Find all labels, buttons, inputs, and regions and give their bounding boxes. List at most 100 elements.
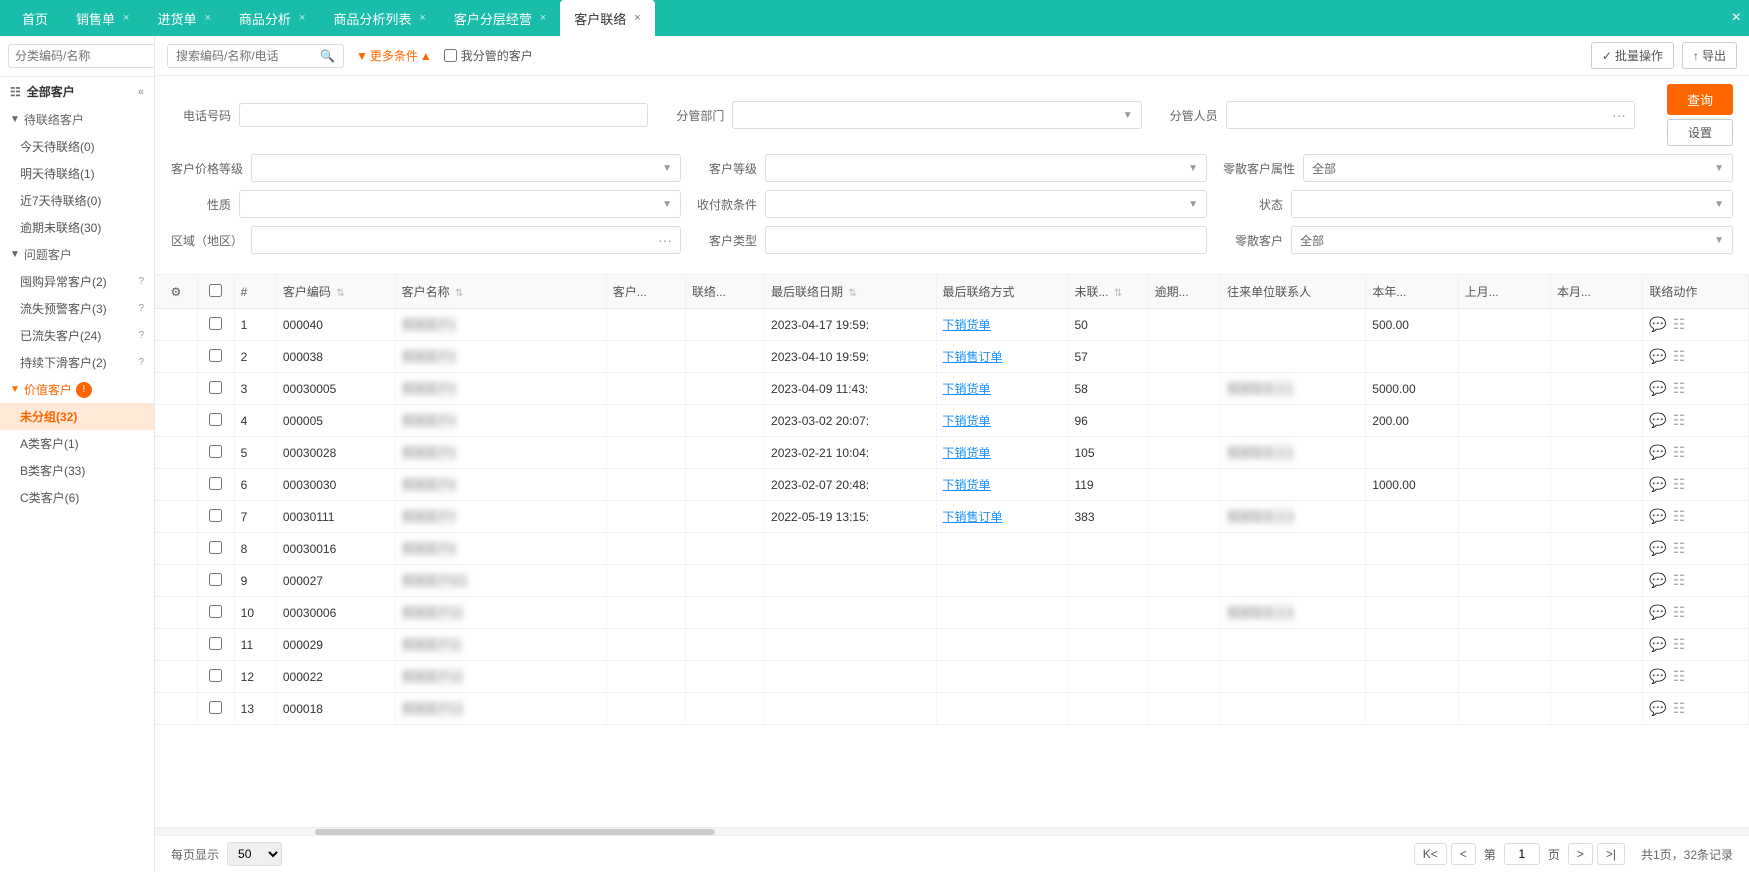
row-checkbox[interactable] [209, 573, 222, 586]
row-checkbox[interactable] [209, 637, 222, 650]
chat-icon[interactable]: 💬 [1649, 412, 1666, 429]
row-last-contact-method[interactable]: 下销货单 [936, 405, 1068, 437]
customer-level-select[interactable]: ▼ [765, 154, 1207, 182]
chat-icon[interactable]: 💬 [1649, 700, 1666, 717]
retail-attr-select[interactable]: 全部 ▼ [1303, 154, 1733, 182]
chat-icon[interactable]: 💬 [1649, 316, 1666, 333]
more-action-icon[interactable]: ☷ [1673, 700, 1686, 717]
row-checkbox-cell[interactable] [197, 469, 234, 501]
reset-button[interactable]: 设置 [1667, 119, 1733, 146]
contact-method-link[interactable]: 下销货单 [943, 478, 991, 492]
table-scrollbar[interactable] [155, 827, 1749, 835]
sidebar-item-c-class[interactable]: C类客户(6) [0, 484, 154, 511]
tab-analysis[interactable]: 商品分析 × [225, 0, 319, 36]
more-action-icon[interactable]: ☷ [1673, 316, 1686, 333]
chat-icon[interactable]: 💬 [1649, 572, 1666, 589]
tab-analysis-list[interactable]: 商品分析列表 × [319, 0, 439, 36]
th-name[interactable]: 客户名称 ⇅ [395, 275, 606, 309]
filter-more-btn[interactable]: ▼ 更多条件 ▲ [356, 47, 432, 64]
first-page-btn[interactable]: K< [1414, 843, 1447, 865]
tab-customer-segment[interactable]: 客户分层经营 × [440, 0, 560, 36]
more-action-icon[interactable]: ☷ [1673, 508, 1686, 525]
row-checkbox-cell[interactable] [197, 501, 234, 533]
more-action-icon[interactable]: ☷ [1673, 380, 1686, 397]
th-settings[interactable]: ⚙ [155, 275, 197, 309]
th-checkbox[interactable] [197, 275, 234, 309]
sidebar-problem-group[interactable]: ▼ 问题客户 [0, 241, 154, 268]
th-code[interactable]: 客户编码 ⇅ [276, 275, 395, 309]
more-action-icon[interactable]: ☷ [1673, 476, 1686, 493]
tab-bar-close-all[interactable]: × [1732, 9, 1741, 27]
tab-customer-contact-close[interactable]: × [634, 12, 640, 24]
customer-type-select[interactable] [765, 226, 1207, 254]
sidebar-collapse-btn[interactable]: « [138, 86, 144, 98]
dept-select[interactable]: ▼ [732, 101, 1141, 129]
tab-purchase[interactable]: 进货单 × [143, 0, 224, 36]
prev-page-btn[interactable]: < [1451, 843, 1476, 865]
contact-method-link[interactable]: 下销货单 [943, 318, 991, 332]
row-checkbox-cell[interactable] [197, 405, 234, 437]
nature-select[interactable]: ▼ [239, 190, 681, 218]
more-action-icon[interactable]: ☷ [1673, 636, 1686, 653]
filter-search-icon[interactable]: 🔍 [320, 49, 335, 63]
more-action-icon[interactable]: ☷ [1673, 668, 1686, 685]
tab-sales[interactable]: 销售单 × [62, 0, 143, 36]
page-size-select[interactable]: 50 20 100 [227, 842, 282, 866]
sidebar-pending-group[interactable]: ▼ 待联络客户 [0, 106, 154, 133]
contact-method-link[interactable]: 下销售订单 [943, 350, 1003, 364]
more-action-icon[interactable]: ☷ [1673, 572, 1686, 589]
row-checkbox[interactable] [209, 381, 222, 394]
select-all-checkbox[interactable] [209, 284, 222, 297]
tab-analysis-close[interactable]: × [299, 12, 305, 24]
chat-icon[interactable]: 💬 [1649, 476, 1666, 493]
row-checkbox-cell[interactable] [197, 693, 234, 725]
row-checkbox-cell[interactable] [197, 373, 234, 405]
batch-op-button[interactable]: ✓ 批量操作 [1591, 42, 1674, 69]
contact-method-link[interactable]: 下销售订单 [943, 510, 1003, 524]
tab-purchase-close[interactable]: × [204, 12, 210, 24]
sidebar-item-unclassified[interactable]: 未分组(32) [0, 403, 154, 430]
more-action-icon[interactable]: ☷ [1673, 348, 1686, 365]
row-last-contact-method[interactable]: 下销货单 [936, 437, 1068, 469]
row-last-contact-method[interactable]: 下销售订单 [936, 341, 1068, 373]
sidebar-item-churn-warning[interactable]: 流失预警客户(3) ? [0, 295, 154, 322]
row-checkbox-cell[interactable] [197, 661, 234, 693]
more-action-icon[interactable]: ☷ [1673, 444, 1686, 461]
more-action-icon[interactable]: ☷ [1673, 604, 1686, 621]
sidebar-item-b-class[interactable]: B类客户(33) [0, 457, 154, 484]
row-checkbox[interactable] [209, 317, 222, 330]
row-checkbox[interactable] [209, 701, 222, 714]
row-checkbox-cell[interactable] [197, 565, 234, 597]
chat-icon[interactable]: 💬 [1649, 444, 1666, 461]
retail-customer-select[interactable]: 全部 ▼ [1291, 226, 1733, 254]
row-checkbox[interactable] [209, 541, 222, 554]
person-select[interactable]: ··· [1226, 101, 1635, 129]
payment-select[interactable]: ▼ [765, 190, 1207, 218]
chat-icon[interactable]: 💬 [1649, 508, 1666, 525]
more-action-icon[interactable]: ☷ [1673, 540, 1686, 557]
sidebar-item-tomorrow-pending[interactable]: 明天待联络(1) [0, 160, 154, 187]
row-last-contact-method[interactable]: 下销货单 [936, 309, 1068, 341]
export-button[interactable]: ↑ 导出 [1682, 42, 1737, 69]
sidebar-item-7day-pending[interactable]: 近7天待联络(0) [0, 187, 154, 214]
th-no-contact[interactable]: 未联... ⇅ [1068, 275, 1148, 309]
row-checkbox-cell[interactable] [197, 533, 234, 565]
contact-method-link[interactable]: 下销货单 [943, 414, 991, 428]
tab-sales-close[interactable]: × [123, 12, 129, 24]
row-checkbox[interactable] [209, 477, 222, 490]
sidebar-item-today-pending[interactable]: 今天待联络(0) [0, 133, 154, 160]
row-last-contact-method[interactable]: 下销货单 [936, 469, 1068, 501]
row-checkbox-cell[interactable] [197, 309, 234, 341]
filter-search-input[interactable] [176, 49, 316, 63]
last-page-btn[interactable]: >| [1597, 843, 1625, 865]
more-action-icon[interactable]: ☷ [1673, 412, 1686, 429]
row-checkbox[interactable] [209, 669, 222, 682]
row-last-contact-method[interactable]: 下销售订单 [936, 501, 1068, 533]
row-last-contact-method[interactable]: 下销货单 [936, 373, 1068, 405]
row-checkbox[interactable] [209, 413, 222, 426]
next-page-btn[interactable]: > [1568, 843, 1593, 865]
tab-customer-contact[interactable]: 客户联络 × [560, 0, 654, 36]
area-ellipsis-icon[interactable]: ··· [658, 232, 672, 248]
sidebar-item-a-class[interactable]: A类客户(1) [0, 430, 154, 457]
row-checkbox-cell[interactable] [197, 597, 234, 629]
